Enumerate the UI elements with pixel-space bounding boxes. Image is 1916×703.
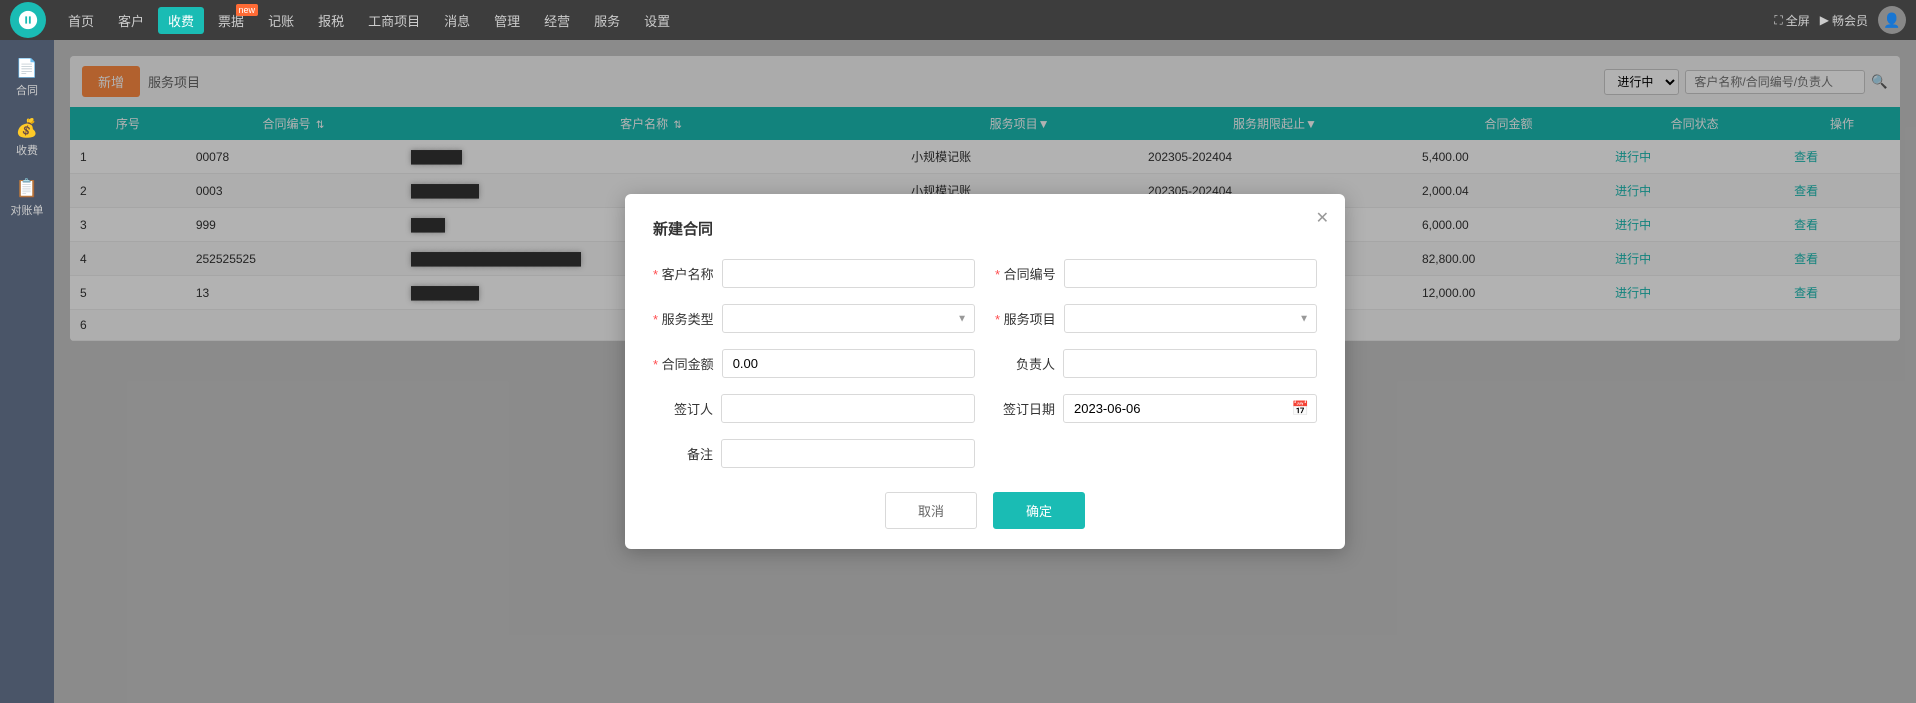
nav-home[interactable]: 首页	[58, 7, 104, 34]
modal-footer: 取消 确定	[653, 492, 1317, 529]
main-layout: 📄 合同 💰 收费 📋 对账单 新增 服务项目 进行中 已完成 已终止	[0, 40, 1916, 703]
form-row-3: 合同金额 负责人	[653, 349, 1317, 378]
app-logo	[10, 2, 46, 38]
label-service-type: 服务类型	[653, 309, 714, 328]
label-signer: 签订人	[653, 399, 713, 418]
top-nav: 首页 客户 收费 票据 new 记账 报税 工商项目 消息 管理 经营 服务 设…	[0, 0, 1916, 40]
nav-business[interactable]: 工商项目	[358, 7, 430, 34]
sidebar-label-billing: 收费	[16, 142, 38, 158]
nav-customer[interactable]: 客户	[108, 7, 154, 34]
nav-invoice[interactable]: 收费	[158, 7, 204, 34]
form-group-contract-code: 合同编号	[995, 259, 1317, 288]
content-area: 新增 服务项目 进行中 已完成 已终止 🔍 序号 合同编	[54, 40, 1916, 703]
form-row-5: 备注	[653, 439, 1317, 468]
form-group-remarks: 备注	[653, 439, 975, 468]
input-contract-amount[interactable]	[722, 349, 975, 378]
nav-record[interactable]: 记账	[258, 7, 304, 34]
fullscreen-button[interactable]: ⛶ 全屏	[1774, 12, 1809, 29]
form-row-1: 客户名称 合同编号	[653, 259, 1317, 288]
nav-manage[interactable]: 管理	[484, 7, 530, 34]
cancel-button[interactable]: 取消	[885, 492, 977, 529]
input-remarks[interactable]	[721, 439, 975, 468]
sidebar-item-contract[interactable]: 📄 合同	[0, 50, 54, 106]
calendar-icon[interactable]: 📅	[1292, 400, 1309, 417]
confirm-button[interactable]: 确定	[993, 492, 1085, 529]
form-group-responsible: 负责人	[995, 349, 1317, 378]
form-group-customer-name: 客户名称	[653, 259, 975, 288]
input-contract-code[interactable]	[1064, 259, 1317, 288]
sidebar: 📄 合同 💰 收费 📋 对账单	[0, 40, 54, 703]
label-sign-date: 签订日期	[995, 399, 1055, 418]
vip-button[interactable]: ▶ 畅会员	[1820, 12, 1868, 29]
nav-settings[interactable]: 设置	[634, 7, 680, 34]
billing-icon: 💰	[16, 118, 38, 139]
modal-overlay: 新建合同 ✕ 客户名称 合同编号 服务类型	[54, 40, 1916, 703]
nav-right: ⛶ 全屏 ▶ 畅会员 👤	[1774, 6, 1906, 34]
nav-message[interactable]: 消息	[434, 7, 480, 34]
input-signer[interactable]	[721, 394, 975, 423]
form-group-sign-date: 签订日期 📅	[995, 394, 1317, 423]
select-service-item[interactable]	[1064, 304, 1317, 333]
nav-operation[interactable]: 经营	[534, 7, 580, 34]
modal-close-button[interactable]: ✕	[1316, 208, 1329, 228]
sidebar-item-statement[interactable]: 📋 对账单	[0, 170, 54, 226]
nav-tax[interactable]: 报税	[308, 7, 354, 34]
new-badge: new	[236, 4, 259, 16]
label-customer-name: 客户名称	[653, 264, 714, 283]
form-row-2: 服务类型 服务项目	[653, 304, 1317, 333]
avatar[interactable]: 👤	[1878, 6, 1906, 34]
modal-title: 新建合同	[653, 218, 1317, 239]
nav-service[interactable]: 服务	[584, 7, 630, 34]
form-group-service-type: 服务类型	[653, 304, 975, 333]
form-row-4: 签订人 签订日期 📅	[653, 394, 1317, 423]
sidebar-label-statement: 对账单	[11, 202, 44, 218]
nav-items: 首页 客户 收费 票据 new 记账 报税 工商项目 消息 管理 经营 服务 设…	[58, 7, 1774, 34]
input-customer-name[interactable]	[722, 259, 975, 288]
new-contract-modal: 新建合同 ✕ 客户名称 合同编号 服务类型	[625, 194, 1345, 549]
sidebar-item-billing[interactable]: 💰 收费	[0, 110, 54, 166]
form-group-service-item: 服务项目	[995, 304, 1317, 333]
statement-icon: 📋	[16, 178, 38, 199]
input-sign-date[interactable]	[1063, 394, 1317, 423]
label-contract-code: 合同编号	[995, 264, 1056, 283]
form-group-signer: 签订人	[653, 394, 975, 423]
sidebar-label-contract: 合同	[16, 82, 38, 98]
contract-icon: 📄	[16, 58, 38, 79]
label-remarks: 备注	[653, 444, 713, 463]
label-responsible: 负责人	[995, 354, 1055, 373]
form-group-contract-amount: 合同金额	[653, 349, 975, 378]
nav-ticket[interactable]: 票据 new	[208, 7, 254, 34]
select-service-type[interactable]	[722, 304, 975, 333]
label-service-item: 服务项目	[995, 309, 1056, 328]
input-responsible[interactable]	[1063, 349, 1317, 378]
label-contract-amount: 合同金额	[653, 354, 714, 373]
